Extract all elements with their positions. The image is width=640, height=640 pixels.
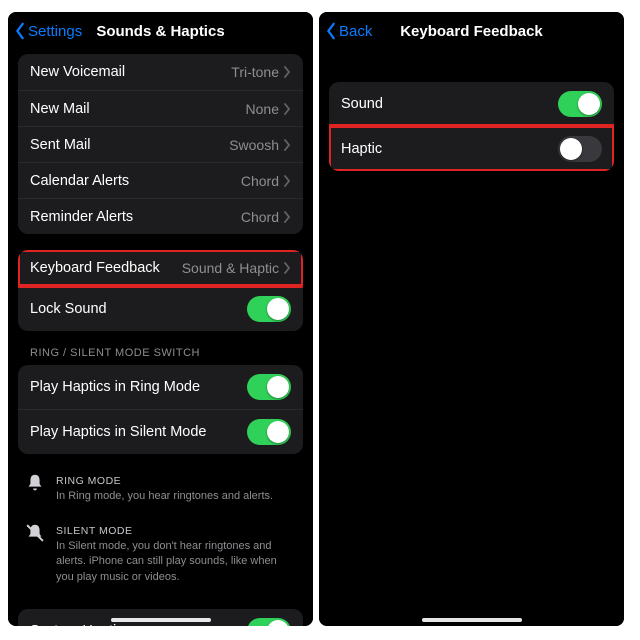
row-value: Swoosh	[229, 137, 283, 153]
row-new-mail[interactable]: New Mail None	[18, 90, 303, 126]
row-lock-sound: Lock Sound	[18, 286, 303, 331]
chevron-right-icon	[283, 211, 291, 223]
row-calendar-alerts[interactable]: Calendar Alerts Chord	[18, 162, 303, 198]
back-label: Back	[339, 23, 372, 40]
content: Sound Haptic	[319, 50, 624, 626]
back-button[interactable]: Settings	[14, 22, 82, 40]
chevron-right-icon	[283, 139, 291, 151]
row-reminder-alerts[interactable]: Reminder Alerts Chord	[18, 198, 303, 234]
bell-slash-icon	[24, 522, 46, 544]
row-label: Play Haptics in Ring Mode	[30, 379, 247, 395]
row-label: Lock Sound	[30, 301, 247, 317]
row-label: Play Haptics in Silent Mode	[30, 424, 247, 440]
row-label: New Voicemail	[30, 64, 231, 80]
haptic-toggle[interactable]	[558, 136, 602, 162]
row-value: Sound & Haptic	[182, 260, 283, 276]
chevron-right-icon	[283, 66, 291, 78]
row-label: New Mail	[30, 101, 246, 117]
silent-mode-footer: SILENT MODE In Silent mode, you don't he…	[8, 520, 313, 589]
row-sound: Sound	[329, 82, 614, 126]
navbar: Settings Sounds & Haptics	[8, 12, 313, 50]
play-haptics-ring-toggle[interactable]	[247, 374, 291, 400]
home-indicator[interactable]	[111, 618, 211, 622]
footer-body: In Ring mode, you hear ringtones and ale…	[56, 489, 291, 504]
navbar: Back Keyboard Feedback	[319, 12, 624, 50]
chevron-right-icon	[283, 103, 291, 115]
chevron-right-icon	[283, 175, 291, 187]
row-value: Chord	[241, 173, 283, 189]
chevron-left-icon	[325, 22, 337, 40]
row-label: Haptic	[341, 141, 558, 157]
sound-patterns-group: New Voicemail Tri-tone New Mail None Sen…	[18, 54, 303, 234]
footer-body: In Silent mode, you don't hear ringtones…	[56, 539, 291, 585]
chevron-right-icon	[283, 262, 291, 274]
keyboard-lock-group: Keyboard Feedback Sound & Haptic Lock So…	[18, 250, 303, 331]
home-indicator[interactable]	[422, 618, 522, 622]
sound-toggle[interactable]	[558, 91, 602, 117]
row-value: Chord	[241, 209, 283, 225]
row-label: Sound	[341, 96, 558, 112]
bell-icon	[24, 472, 46, 494]
back-label: Settings	[28, 23, 82, 40]
footer-title: RING MODE	[56, 474, 291, 489]
back-button[interactable]: Back	[325, 22, 372, 40]
row-haptic: Haptic	[329, 126, 614, 171]
row-label: System Haptics	[30, 623, 247, 626]
row-label: Reminder Alerts	[30, 209, 241, 225]
row-label: Calendar Alerts	[30, 173, 241, 189]
row-value: None	[246, 101, 283, 117]
row-sent-mail[interactable]: Sent Mail Swoosh	[18, 126, 303, 162]
row-label: Sent Mail	[30, 137, 229, 153]
ring-mode-footer: RING MODE In Ring mode, you hear rington…	[8, 470, 313, 508]
row-keyboard-feedback[interactable]: Keyboard Feedback Sound & Haptic	[18, 250, 303, 286]
lock-sound-toggle[interactable]	[247, 296, 291, 322]
play-haptics-silent-toggle[interactable]	[247, 419, 291, 445]
feedback-group: Sound Haptic	[329, 82, 614, 171]
row-play-haptics-ring: Play Haptics in Ring Mode	[18, 365, 303, 409]
content: New Voicemail Tri-tone New Mail None Sen…	[8, 50, 313, 626]
chevron-left-icon	[14, 22, 26, 40]
ring-silent-group: Play Haptics in Ring Mode Play Haptics i…	[18, 365, 303, 454]
keyboard-feedback-screen: Back Keyboard Feedback Sound Haptic	[319, 12, 624, 626]
sounds-haptics-screen: Settings Sounds & Haptics New Voicemail …	[8, 12, 313, 626]
system-haptics-toggle[interactable]	[247, 618, 291, 626]
row-new-voicemail[interactable]: New Voicemail Tri-tone	[18, 54, 303, 90]
row-label: Keyboard Feedback	[30, 260, 182, 276]
footer-title: SILENT MODE	[56, 524, 291, 539]
ring-silent-header: RING / SILENT MODE SWITCH	[8, 347, 313, 365]
row-play-haptics-silent: Play Haptics in Silent Mode	[18, 409, 303, 454]
row-value: Tri-tone	[231, 64, 283, 80]
